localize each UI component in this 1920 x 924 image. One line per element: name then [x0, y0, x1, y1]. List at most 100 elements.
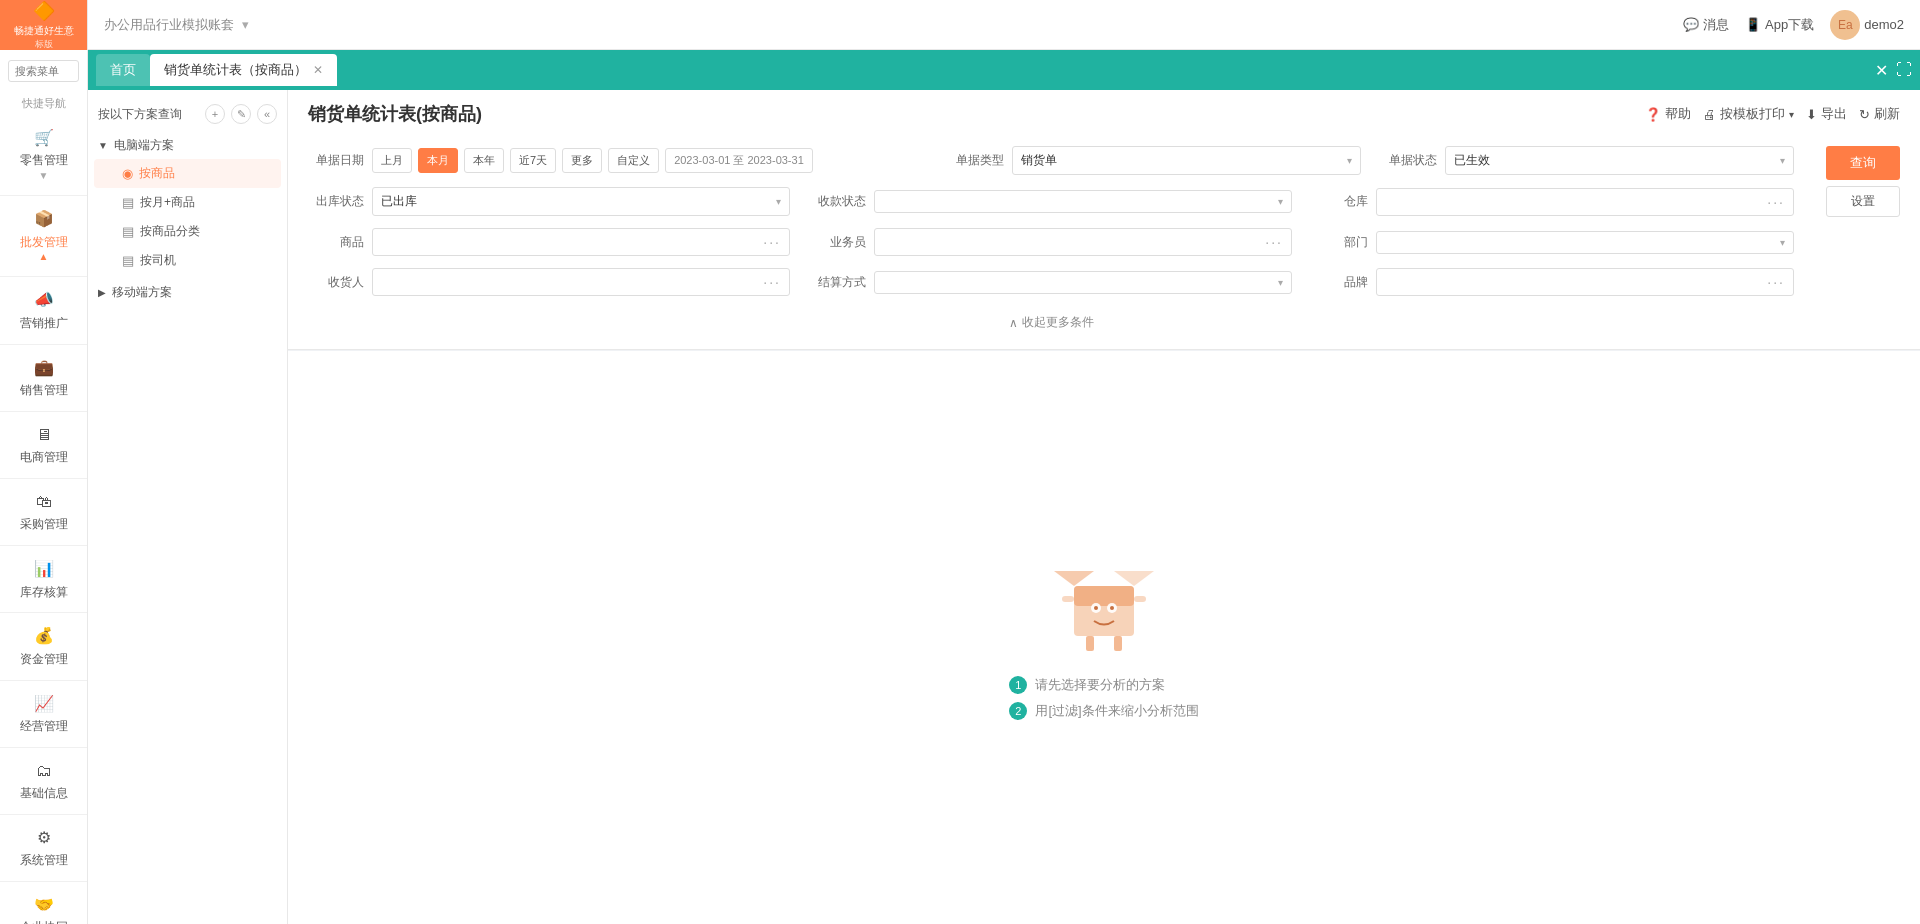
tab-report-close[interactable]: ✕ [313, 63, 323, 77]
app-download-action[interactable]: 📱 App下载 [1745, 16, 1814, 34]
app-logo[interactable]: 🔶 畅捷通好生意 标版 [0, 0, 87, 50]
date-btn-this-year[interactable]: 本年 [464, 148, 504, 173]
marketing-icon: 📣 [34, 289, 54, 311]
breadcrumb-arrow-icon[interactable]: ▾ [242, 17, 249, 32]
receiver-input[interactable]: ··· [372, 268, 790, 296]
department-input[interactable]: ▾ [1376, 231, 1794, 254]
print-icon: 🖨 [1703, 107, 1716, 122]
sidebar-search-area [0, 50, 87, 92]
sidebar-item-basic[interactable]: 🗂 基础信息 [0, 748, 87, 815]
sidebar-item-wholesale[interactable]: 📦 批发管理 ▲ [0, 196, 87, 277]
user-action[interactable]: Ea demo2 [1830, 10, 1904, 40]
right-panel: 销货单统计表(按商品) ❓ 帮助 🖨 按模板打印 ▾ ⬇ 导出 [288, 90, 1920, 924]
sidebar-item-marketing[interactable]: 📣 营销推广 [0, 277, 87, 344]
sidebar-item-finance[interactable]: 💰 资金管理 [0, 613, 87, 680]
scheme-item-by-product[interactable]: ◉ 按商品 [94, 159, 281, 188]
scheme-group-pc-label[interactable]: ▼ 电脑端方案 [88, 132, 287, 159]
add-scheme-button[interactable]: + [205, 104, 225, 124]
header-left: 办公用品行业模拟账套 ▾ [104, 16, 249, 34]
sidebar-item-purchase[interactable]: 🛍 采购管理 [0, 479, 87, 546]
warehouse-input[interactable]: ··· [1376, 188, 1794, 216]
date-selector: 上月 本月 本年 近7天 更多 自定义 2023-03-01 至 2023-03… [372, 148, 928, 173]
collapse-panel-button[interactable]: « [257, 104, 277, 124]
message-action[interactable]: 💬 消息 [1683, 16, 1729, 34]
edit-scheme-button[interactable]: ✎ [231, 104, 251, 124]
empty-tip-1-text: 请先选择要分析的方案 [1035, 676, 1165, 694]
scheme-item-by-cashier[interactable]: ▤ 按司机 [94, 246, 281, 275]
date-range-display[interactable]: 2023-03-01 至 2023-03-31 [665, 148, 813, 173]
tab-home[interactable]: 首页 [96, 54, 150, 86]
operations-icon: 📈 [34, 693, 54, 715]
filter-field-product: 商品 ··· [308, 228, 790, 256]
payment-status-input[interactable]: ▾ [874, 190, 1292, 213]
empty-tip-1: 1 请先选择要分析的方案 [1009, 676, 1198, 694]
help-icon: ❓ [1645, 107, 1661, 122]
department-label: 部门 [1312, 234, 1368, 251]
help-button[interactable]: ❓ 帮助 [1645, 105, 1691, 123]
product-label: 商品 [308, 234, 364, 251]
sidebar-item-retail[interactable]: 🛒 零售管理 ▼ [0, 115, 87, 196]
inventory-icon: 📊 [34, 558, 54, 580]
doc-type-value: 销货单 [1021, 152, 1057, 169]
breadcrumb-text: 办公用品行业模拟账套 [104, 16, 234, 34]
logo-sub: 标版 [35, 38, 53, 51]
print-label: 按模板打印 [1720, 105, 1785, 123]
refresh-label: 刷新 [1874, 105, 1900, 123]
scheme-item-by-product-label: 按商品 [139, 165, 175, 182]
brand-label: 品牌 [1312, 274, 1368, 291]
empty-illustration [1044, 556, 1164, 656]
setting-button[interactable]: 设置 [1826, 186, 1900, 217]
sidebar-item-sales[interactable]: 💼 销售管理 [0, 345, 87, 412]
svg-rect-1 [1074, 586, 1134, 606]
filter-field-receiver: 收货人 ··· [308, 268, 790, 296]
date-btn-7days[interactable]: 近7天 [510, 148, 556, 173]
date-btn-custom[interactable]: 自定义 [608, 148, 659, 173]
help-label: 帮助 [1665, 105, 1691, 123]
tab-report[interactable]: 销货单统计表（按商品） ✕ [150, 54, 337, 86]
sidebar-item-collab-label: 企业协同 [20, 919, 68, 924]
brand-input[interactable]: ··· [1376, 268, 1794, 296]
basic-icon: 🗂 [36, 760, 52, 782]
avatar-text: Ea [1838, 18, 1853, 32]
receiver-more-icon: ··· [763, 274, 781, 290]
doc-type-input[interactable]: 销货单 ▾ [1012, 146, 1361, 175]
filter-field-date: 单据日期 上月 本月 本年 近7天 更多 自定义 2023-03-01 至 20… [308, 148, 928, 173]
scheme-item-by-category[interactable]: ▤ 按商品分类 [94, 217, 281, 246]
export-button[interactable]: ⬇ 导出 [1806, 105, 1847, 123]
header-right: 💬 消息 📱 App下载 Ea demo2 [1683, 10, 1904, 40]
download-icon: 📱 [1745, 17, 1761, 32]
product-input[interactable]: ··· [372, 228, 790, 256]
sidebar-item-collab[interactable]: 🤝 企业协同 [0, 882, 87, 924]
filter-field-doc-status: 单据状态 已生效 ▾ [1381, 146, 1794, 175]
page-header: 销货单统计表(按商品) ❓ 帮助 🖨 按模板打印 ▾ ⬇ 导出 [288, 90, 1920, 134]
tab-close-icon[interactable]: ✕ [1875, 61, 1888, 80]
filter-field-warehouse: 仓库 ··· [1312, 188, 1794, 216]
date-btn-last-month[interactable]: 上月 [372, 148, 412, 173]
date-btn-more[interactable]: 更多 [562, 148, 602, 173]
tip-num-2: 2 [1009, 702, 1027, 720]
purchase-icon: 🛍 [36, 491, 52, 513]
sidebar-item-system[interactable]: ⚙ 系统管理 [0, 815, 87, 882]
salesperson-input[interactable]: ··· [874, 228, 1292, 256]
collapse-button[interactable]: ∧ 收起更多条件 [308, 308, 1794, 337]
date-btn-this-month[interactable]: 本月 [418, 148, 458, 173]
doc-status-input[interactable]: 已生效 ▾ [1445, 146, 1794, 175]
tab-report-label: 销货单统计表（按商品） [164, 61, 307, 79]
sidebar-item-ecommerce[interactable]: 🖥 电商管理 [0, 412, 87, 479]
doc-status-value: 已生效 [1454, 152, 1490, 169]
tab-maximize-icon[interactable]: ⛶ [1896, 61, 1912, 79]
refresh-button[interactable]: ↻ 刷新 [1859, 105, 1900, 123]
salesperson-more-icon: ··· [1265, 234, 1283, 250]
doc-type-label: 单据类型 [948, 152, 1004, 169]
date-label: 单据日期 [308, 152, 364, 169]
query-button[interactable]: 查询 [1826, 146, 1900, 180]
settlement-input[interactable]: ▾ [874, 271, 1292, 294]
sidebar-item-inventory[interactable]: 📊 库存核算 [0, 546, 87, 613]
scheme-item-by-month-product[interactable]: ▤ 按月+商品 [94, 188, 281, 217]
print-button[interactable]: 🖨 按模板打印 ▾ [1703, 105, 1794, 123]
filter-row-3: 商品 ··· 业务员 ··· [308, 228, 1794, 256]
sidebar-item-operations[interactable]: 📈 经营管理 [0, 681, 87, 748]
search-input[interactable] [8, 60, 79, 82]
warehouse-status-input[interactable]: 已出库 ▾ [372, 187, 790, 216]
scheme-group-mobile-label[interactable]: ▶ 移动端方案 [88, 279, 287, 306]
